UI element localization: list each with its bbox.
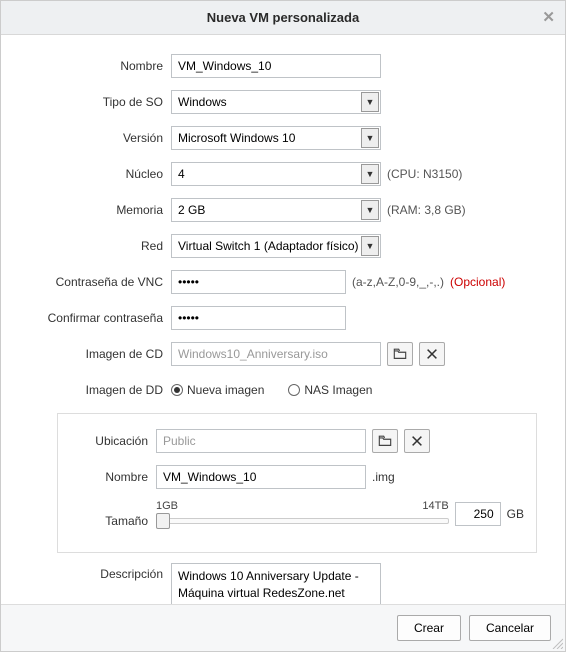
slider-track	[156, 518, 449, 524]
dialog-footer: Crear Cancelar	[1, 604, 565, 651]
clear-location-button[interactable]	[404, 429, 430, 453]
radio-icon	[171, 384, 183, 396]
net-label: Red	[29, 239, 171, 253]
browse-cd-button[interactable]	[387, 342, 413, 366]
version-label: Versión	[29, 131, 171, 145]
chevron-down-icon[interactable]: ▼	[361, 236, 379, 256]
ostype-label: Tipo de SO	[29, 95, 171, 109]
resize-grip-icon[interactable]	[551, 637, 563, 649]
net-select[interactable]	[171, 234, 381, 258]
diskname-label: Nombre	[70, 470, 156, 484]
size-min: 1GB	[156, 500, 178, 512]
diskname-ext: .img	[372, 470, 395, 484]
x-icon	[425, 347, 439, 361]
dialog: Nueva VM personalizada ✕ Nombre Tipo de …	[0, 0, 566, 652]
memory-label: Memoria	[29, 203, 171, 217]
name-input[interactable]	[171, 54, 381, 78]
slider-thumb[interactable]	[156, 513, 170, 529]
core-select[interactable]	[171, 162, 381, 186]
ostype-select[interactable]	[171, 90, 381, 114]
dd-label: Imagen de DD	[29, 383, 171, 397]
core-label: Núcleo	[29, 167, 171, 181]
cpu-hint: (CPU: N3150)	[387, 167, 462, 181]
size-slider[interactable]	[156, 514, 449, 528]
radio-new-label: Nueva imagen	[187, 383, 264, 397]
cd-label: Imagen de CD	[29, 347, 171, 361]
size-unit: GB	[507, 507, 524, 521]
close-icon[interactable]: ✕	[542, 8, 555, 26]
description-textarea[interactable]: Windows 10 Anniversary Update - Máquina …	[171, 563, 381, 604]
version-select[interactable]	[171, 126, 381, 150]
vnc-optional: (Opcional)	[450, 275, 505, 289]
name-label: Nombre	[29, 59, 171, 73]
location-label: Ubicación	[70, 434, 156, 448]
ram-hint: (RAM: 3,8 GB)	[387, 203, 466, 217]
vnc-password-input[interactable]	[171, 270, 346, 294]
browse-location-button[interactable]	[372, 429, 398, 453]
diskname-input[interactable]	[156, 465, 366, 489]
clear-cd-button[interactable]	[419, 342, 445, 366]
size-label: Tamaño	[70, 514, 156, 528]
folder-icon	[393, 347, 407, 361]
confirm-password-input[interactable]	[171, 306, 346, 330]
dialog-body: Nombre Tipo de SO ▼ Versión ▼	[1, 35, 565, 604]
confirm-label: Confirmar contraseña	[29, 311, 171, 325]
disk-subpanel: Ubicación Nombre .img	[57, 413, 537, 553]
radio-nas-image[interactable]: NAS Imagen	[288, 383, 372, 397]
folder-icon	[378, 434, 392, 448]
size-input[interactable]	[455, 502, 501, 526]
vnc-hint: (a-z,A-Z,0-9,_,-,.)	[352, 275, 444, 289]
location-input[interactable]	[156, 429, 366, 453]
titlebar: Nueva VM personalizada ✕	[1, 1, 565, 35]
create-button[interactable]: Crear	[397, 615, 461, 641]
dialog-title: Nueva VM personalizada	[207, 10, 359, 25]
chevron-down-icon[interactable]: ▼	[361, 128, 379, 148]
x-icon	[410, 434, 424, 448]
chevron-down-icon[interactable]: ▼	[361, 92, 379, 112]
radio-new-image[interactable]: Nueva imagen	[171, 383, 264, 397]
cd-image-input[interactable]	[171, 342, 381, 366]
chevron-down-icon[interactable]: ▼	[361, 200, 379, 220]
memory-select[interactable]	[171, 198, 381, 222]
radio-nas-label: NAS Imagen	[304, 383, 372, 397]
desc-label: Descripción	[29, 563, 171, 581]
size-max: 14TB	[422, 500, 448, 512]
cancel-button[interactable]: Cancelar	[469, 615, 551, 641]
radio-icon	[288, 384, 300, 396]
vnc-label: Contraseña de VNC	[29, 275, 171, 289]
chevron-down-icon[interactable]: ▼	[361, 164, 379, 184]
